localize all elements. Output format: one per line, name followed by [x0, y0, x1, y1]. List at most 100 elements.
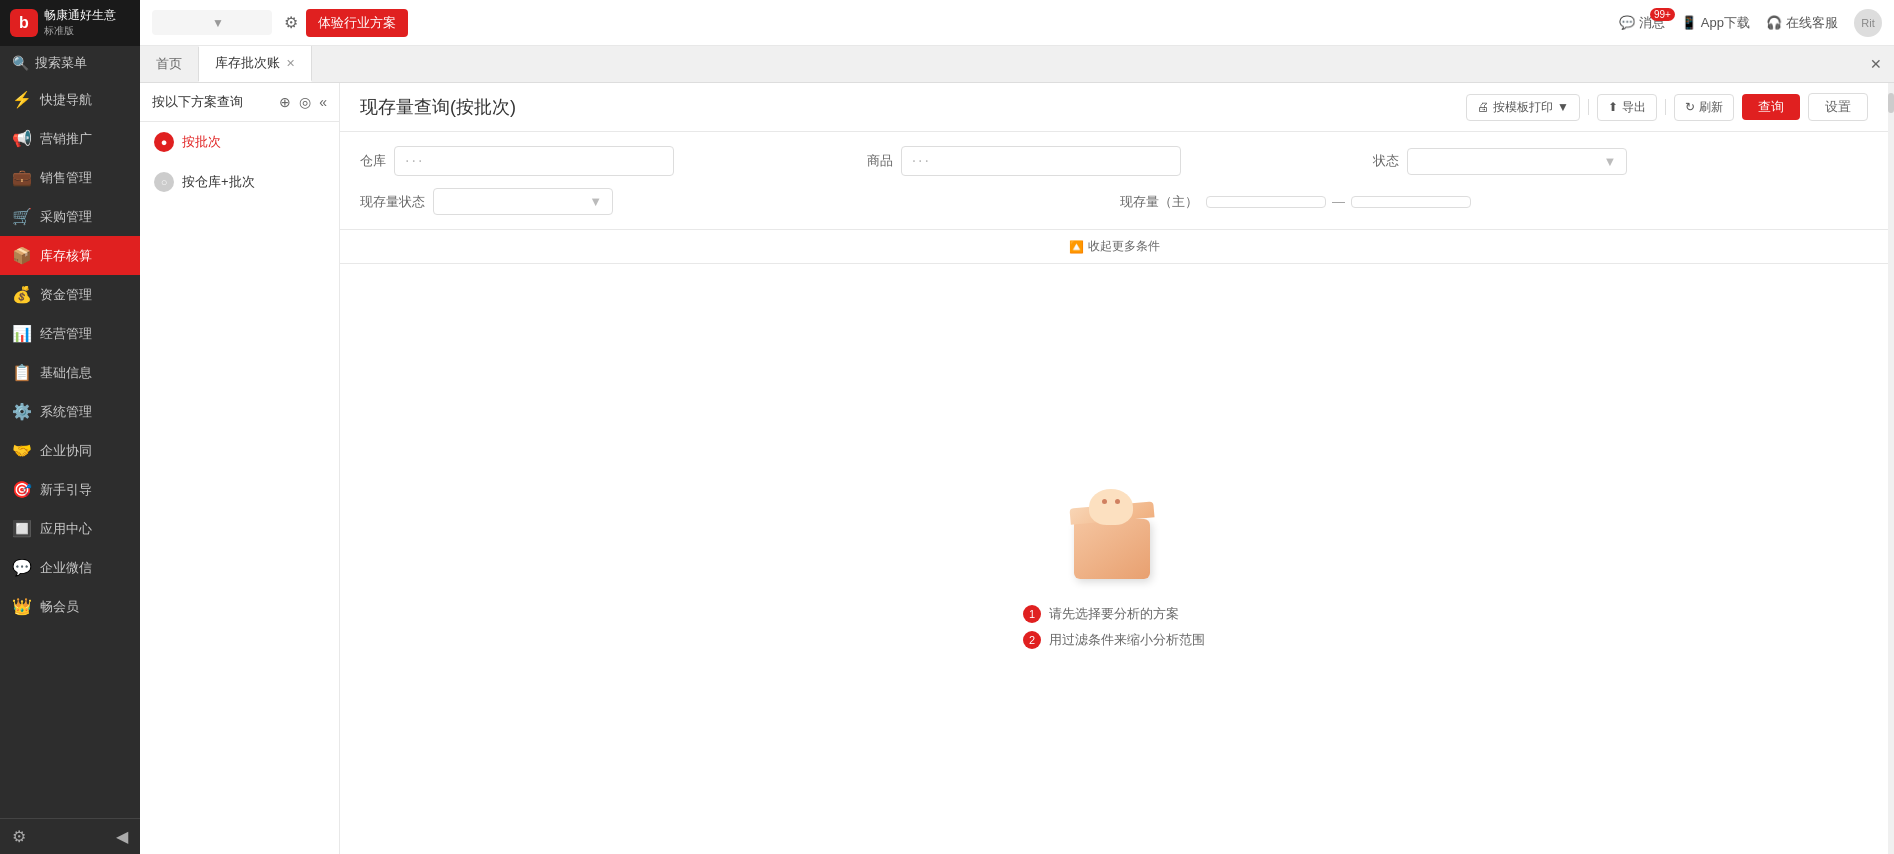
inventory-icon: 📦: [12, 246, 32, 265]
sidebar-item-sales[interactable]: 💼 销售管理: [0, 158, 140, 197]
sidebar-item-label: 资金管理: [40, 286, 92, 304]
sidebar-item-label: 快捷导航: [40, 91, 92, 109]
sidebar-item-label: 应用中心: [40, 520, 92, 538]
main-area: ▼ ⚙ 体验行业方案 💬 消息 99+ 📱 App下载 🎧 在线客服 Rit: [140, 0, 1894, 854]
filter-panel-title: 按以下方案查询: [152, 93, 243, 111]
system-icon: ⚙️: [12, 402, 32, 421]
inventory-status-select[interactable]: ▼: [433, 188, 613, 215]
tab-bar: 首页 库存批次账 ✕ ✕: [140, 46, 1894, 83]
action-divider: [1588, 99, 1589, 115]
sidebar-nav: 🔍 搜索菜单 ⚡ 快捷导航 📢 营销推广 💼 销售管理 🛒 采购管理 📦 库存核…: [0, 46, 140, 818]
status-field: 状态 ▼: [1373, 148, 1868, 175]
sidebar-item-system[interactable]: ⚙️ 系统管理: [0, 392, 140, 431]
new-guide-icon: 🎯: [12, 480, 32, 499]
sidebar-search[interactable]: 🔍 搜索菜单: [0, 46, 140, 80]
tab-home[interactable]: 首页: [140, 47, 199, 81]
inventory-qty-min[interactable]: [1206, 196, 1326, 208]
query-btn-header[interactable]: 查询: [1742, 94, 1800, 120]
sidebar-item-label: 基础信息: [40, 364, 92, 382]
export-label: 导出: [1622, 99, 1646, 116]
headset-icon: 🎧: [1766, 15, 1782, 30]
filter-item-batch[interactable]: ● 按批次: [140, 122, 339, 162]
scrollbar-thumb: [1888, 93, 1894, 113]
finance-icon: 💰: [12, 285, 32, 304]
sidebar-item-operations[interactable]: 📊 经营管理: [0, 314, 140, 353]
collapse-button[interactable]: ◀: [116, 827, 128, 846]
refresh-label: 刷新: [1699, 99, 1723, 116]
sidebar-item-finance[interactable]: 💰 资金管理: [0, 275, 140, 314]
tab-inventory-batch-label: 库存批次账: [215, 54, 280, 72]
goods-field: 商品 ···: [867, 146, 1362, 176]
empty-hints: 1 请先选择要分析的方案 2 用过滤条件来缩小分析范围: [1023, 605, 1205, 649]
operations-icon: 📊: [12, 324, 32, 343]
message-icon: 💬: [1619, 15, 1635, 30]
add-filter-icon[interactable]: ⊕: [279, 94, 291, 110]
box-face: [1089, 489, 1133, 525]
filter-item-warehouse-batch[interactable]: ○ 按仓库+批次: [140, 162, 339, 202]
empty-hint-1: 1 请先选择要分析的方案: [1023, 605, 1205, 623]
warehouse-input[interactable]: ···: [394, 146, 674, 176]
collapse-filter-icon[interactable]: «: [319, 94, 327, 110]
sidebar-item-quick-nav[interactable]: ⚡ 快捷导航: [0, 80, 140, 119]
app-center-icon: 🔲: [12, 519, 32, 538]
sidebar-item-purchase[interactable]: 🛒 采购管理: [0, 197, 140, 236]
sidebar-footer: ⚙ ◀: [0, 818, 140, 854]
app-download-label: App下载: [1701, 14, 1750, 32]
warehouse-dots: ···: [405, 152, 424, 170]
sidebar-item-inventory[interactable]: 📦 库存核算: [0, 236, 140, 275]
sidebar-item-marketing[interactable]: 📢 营销推广: [0, 119, 140, 158]
qty-separator: —: [1332, 194, 1345, 209]
user-avatar[interactable]: Rit: [1854, 9, 1882, 37]
wechat-icon: 💬: [12, 558, 32, 577]
page-header: 现存量查询(按批次) 🖨 按模板打印 ▼ ⬆ 导出 ↻ 刷: [340, 83, 1888, 132]
hint-text-2: 用过滤条件来缩小分析范围: [1049, 631, 1205, 649]
topbar-search-box[interactable]: ▼: [152, 10, 272, 35]
eye-left: [1102, 499, 1107, 504]
topbar-gear-icon[interactable]: ⚙: [284, 13, 298, 32]
app-download-btn[interactable]: 📱 App下载: [1681, 14, 1750, 32]
query-form: 仓库 ··· 商品 ··· 状态: [340, 132, 1888, 230]
inventory-qty-label: 现存量（主）: [1120, 193, 1198, 211]
collapse-up-icon: 🔼: [1069, 240, 1084, 254]
settings-btn-header[interactable]: 设置: [1808, 93, 1868, 121]
messages-btn[interactable]: 💬 消息 99+: [1619, 14, 1665, 32]
sidebar-item-wechat[interactable]: 💬 企业微信: [0, 548, 140, 587]
page-actions: 🖨 按模板打印 ▼ ⬆ 导出 ↻ 刷新 查询: [1466, 93, 1868, 121]
empty-state: 1 请先选择要分析的方案 2 用过滤条件来缩小分析范围: [340, 264, 1888, 854]
tab-bar-close-button[interactable]: ✕: [1858, 48, 1894, 80]
hint-num-2: 2: [1023, 631, 1041, 649]
sidebar-item-app-center[interactable]: 🔲 应用中心: [0, 509, 140, 548]
sidebar-item-member[interactable]: 👑 畅会员: [0, 587, 140, 626]
tab-inventory-batch[interactable]: 库存批次账 ✕: [199, 46, 312, 82]
topbar-dropdown-icon[interactable]: ▼: [212, 16, 224, 30]
experience-btn[interactable]: 体验行业方案: [306, 9, 408, 37]
sidebar-item-label: 采购管理: [40, 208, 92, 226]
settings-filter-icon[interactable]: ◎: [299, 94, 311, 110]
inventory-qty-max[interactable]: [1351, 196, 1471, 208]
filter-item-warehouse-batch-label: 按仓库+批次: [182, 173, 255, 191]
collapse-conditions-btn[interactable]: 🔼 收起更多条件: [340, 230, 1888, 264]
warehouse-label: 仓库: [360, 152, 386, 170]
sidebar-item-new-guide[interactable]: 🎯 新手引导: [0, 470, 140, 509]
content-area: 按以下方案查询 ⊕ ◎ « ● 按批次 ○ 按仓库+批次 现存量查询(按批次): [140, 83, 1894, 854]
filter-panel-icons: ⊕ ◎ «: [279, 94, 327, 110]
print-dropdown-icon[interactable]: ▼: [1557, 100, 1569, 114]
sidebar-item-enterprise[interactable]: 🤝 企业协同: [0, 431, 140, 470]
export-btn[interactable]: ⬆ 导出: [1597, 94, 1657, 121]
basic-info-icon: 📋: [12, 363, 32, 382]
settings-button[interactable]: ⚙: [12, 827, 26, 846]
right-scrollbar[interactable]: [1888, 83, 1894, 854]
goods-input[interactable]: ···: [901, 146, 1181, 176]
search-icon: 🔍: [12, 55, 29, 71]
refresh-btn[interactable]: ↻ 刷新: [1674, 94, 1734, 121]
refresh-icon: ↻: [1685, 100, 1695, 114]
sidebar-item-basic-info[interactable]: 📋 基础信息: [0, 353, 140, 392]
tab-close-icon[interactable]: ✕: [286, 57, 295, 70]
online-support-btn[interactable]: 🎧 在线客服: [1766, 14, 1838, 32]
hint-text-1: 请先选择要分析的方案: [1049, 605, 1179, 623]
tab-home-label: 首页: [156, 55, 182, 73]
print-template-btn[interactable]: 🖨 按模板打印 ▼: [1466, 94, 1580, 121]
topbar-right: 💬 消息 99+ 📱 App下载 🎧 在线客服 Rit: [1619, 9, 1882, 37]
status-select[interactable]: ▼: [1407, 148, 1627, 175]
search-placeholder-text: [160, 14, 208, 31]
